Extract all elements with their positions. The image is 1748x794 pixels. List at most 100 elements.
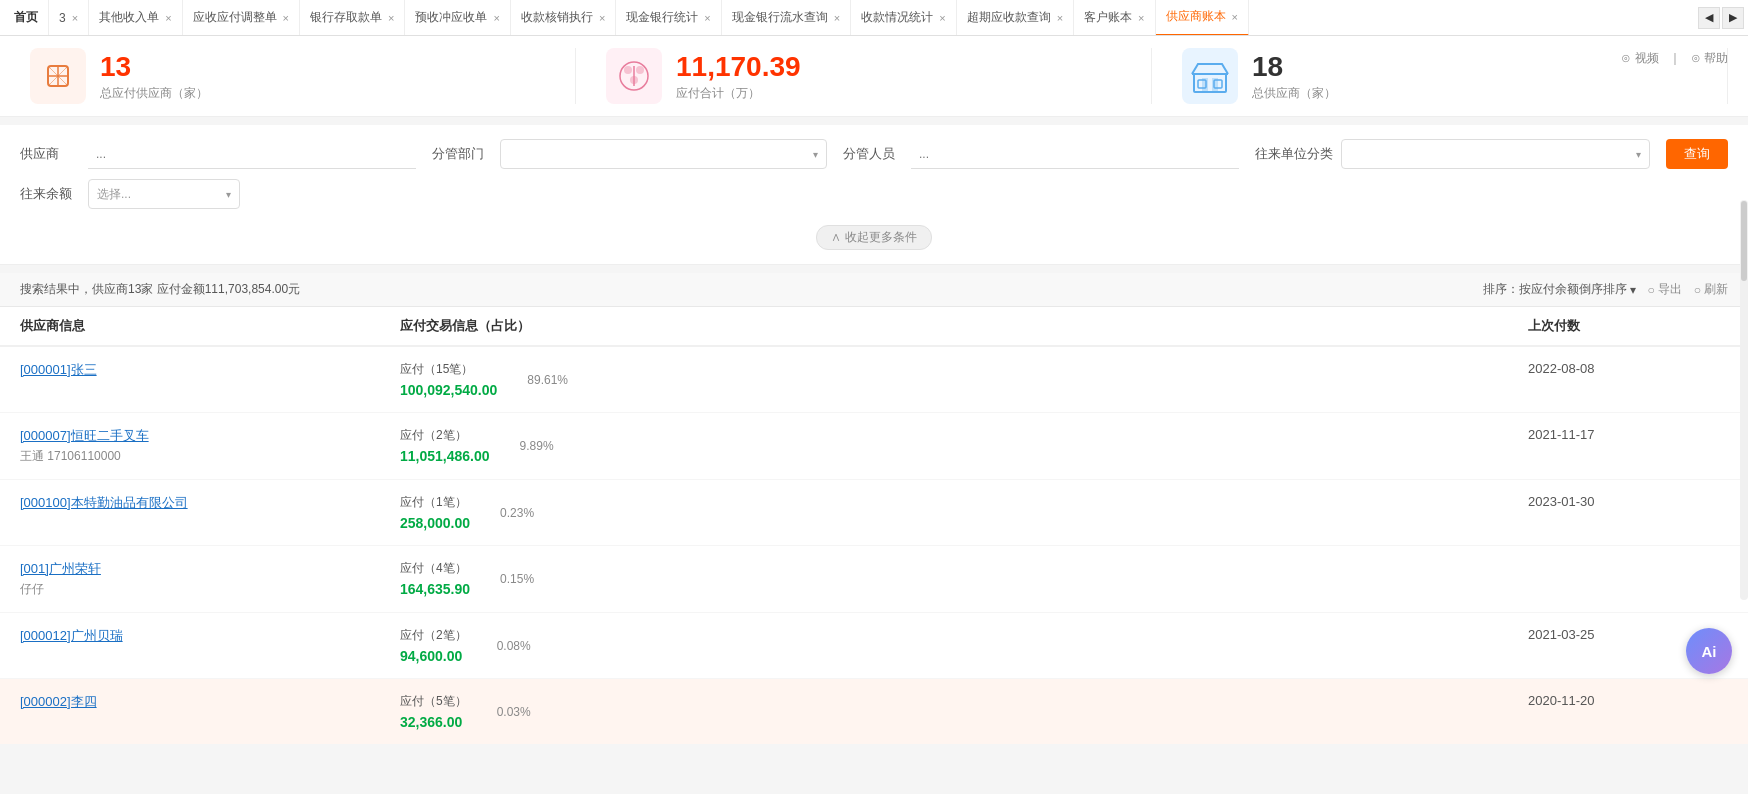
close-icon[interactable]: ×: [704, 12, 710, 24]
collapse-button[interactable]: ∧ 收起更多条件: [816, 225, 931, 250]
supplier-link-5[interactable]: [000002]李四: [20, 693, 400, 711]
supplier-info-0: [000001]张三: [20, 361, 400, 379]
stat-item-payable-total: 11,170.39 应付合计（万）: [576, 48, 1152, 104]
nav-tab-receipt-verify[interactable]: 收款核销执行 ×: [511, 0, 616, 36]
supplier-contact-3: 仔仔: [20, 581, 400, 598]
last-pay-2: 2023-01-30: [1528, 494, 1728, 509]
department-select[interactable]: ▾: [500, 139, 828, 169]
scrollbar[interactable]: [1740, 200, 1748, 600]
data-table: 供应商信息 应付交易信息（占比） 上次付数 [000001]张三 应付（15笔）…: [0, 307, 1748, 745]
close-icon[interactable]: ×: [165, 12, 171, 24]
receipt-verify-label: 收款核销执行: [521, 9, 593, 26]
help-links: ⊙ 视频 ｜ ⊙ 帮助: [1621, 50, 1728, 67]
nav-arrows: ◀ ▶: [1698, 7, 1744, 29]
scrollbar-thumb[interactable]: [1741, 201, 1747, 281]
table-row: [000002]李四 应付（5笔） 32,366.00 0.03% 2020-1…: [0, 679, 1748, 745]
separator: ｜: [1669, 50, 1681, 67]
nav-prev-button[interactable]: ◀: [1698, 7, 1720, 29]
nav-next-button[interactable]: ▶: [1722, 7, 1744, 29]
header-transaction: 应付交易信息（占比）: [400, 317, 1528, 335]
manager-input[interactable]: [911, 139, 1239, 169]
close-icon[interactable]: ×: [1232, 11, 1238, 23]
tx-amount-4: 94,600.00: [400, 648, 462, 664]
header-last-pay: 上次付数: [1528, 317, 1728, 335]
nav-tab-other-income[interactable]: 其他收入单 ×: [89, 0, 182, 36]
balance-select[interactable]: 选择... ▾: [88, 179, 240, 209]
export-button[interactable]: ○ 导出: [1648, 281, 1682, 298]
refresh-button[interactable]: ○ 刷新: [1694, 281, 1728, 298]
manager-filter-label: 分管人员: [843, 145, 903, 163]
supplier-link-3[interactable]: [001]广州荣轩: [20, 560, 400, 578]
overdue-ar-label: 超期应收款查询: [967, 9, 1051, 26]
table-row: [000007]恒旺二手叉车 王通 17106110000 应付（2笔） 11,…: [0, 413, 1748, 480]
last-pay-1: 2021-11-17: [1528, 427, 1728, 442]
close-icon[interactable]: ×: [283, 12, 289, 24]
close-icon[interactable]: ×: [388, 12, 394, 24]
close-icon[interactable]: ×: [1138, 12, 1144, 24]
filter-item-department: 分管部门 ▾: [432, 139, 828, 169]
header-supplier: 供应商信息: [20, 317, 400, 335]
chevron-down-icon: ▾: [813, 149, 818, 160]
cash-bank-stat-label: 现金银行统计: [626, 9, 698, 26]
supplier-link-0[interactable]: [000001]张三: [20, 361, 400, 379]
nav-tab-cash-bank-stat[interactable]: 现金银行统计 ×: [616, 0, 721, 36]
close-icon[interactable]: ×: [599, 12, 605, 24]
stat-text-suppliers-payable: 13 总应付供应商（家）: [100, 50, 208, 103]
nav-tab-bank-deposit[interactable]: 银行存取款单 ×: [300, 0, 405, 36]
video-link[interactable]: ⊙ 视频: [1621, 50, 1658, 67]
transaction-info-3: 应付（4笔） 164,635.90 0.15%: [400, 560, 1528, 597]
nav-tab-receipt-stat[interactable]: 收款情况统计 ×: [851, 0, 956, 36]
sort-select[interactable]: 排序：按应付余额倒序排序 ▾: [1483, 281, 1636, 298]
collapse-bar: ∧ 收起更多条件: [20, 219, 1728, 254]
supplier-contact-1: 王通 17106110000: [20, 448, 400, 465]
filter-area: 供应商 分管部门 ▾ 分管人员 往来单位分类 ▾ 查询: [0, 125, 1748, 265]
close-icon[interactable]: ×: [939, 12, 945, 24]
filter-item-balance: 往来余额 选择... ▾: [20, 179, 240, 209]
category-select[interactable]: ▾: [1341, 139, 1651, 169]
tx-amount-3: 164,635.90: [400, 581, 470, 597]
supplier-info-4: [000012]广州贝瑞: [20, 627, 400, 645]
stat-text-payable-total: 11,170.39 应付合计（万）: [676, 50, 801, 103]
bank-label: 银行存取款单: [310, 9, 382, 26]
tx-label-1: 应付（2笔）: [400, 427, 490, 444]
supplier-info-2: [000100]本特勤油品有限公司: [20, 494, 400, 512]
transaction-info-0: 应付（15笔） 100,092,540.00 89.61%: [400, 361, 1528, 398]
stat-item-suppliers-payable: 13 总应付供应商（家）: [20, 48, 576, 104]
table-row: [000001]张三 应付（15笔） 100,092,540.00 89.61%…: [0, 347, 1748, 413]
nav-tab-3[interactable]: 3 ×: [49, 0, 89, 36]
nav-tab-supplier-ledger[interactable]: 供应商账本 ×: [1156, 0, 1249, 36]
tx-label-0: 应付（15笔）: [400, 361, 497, 378]
refresh-label: 刷新: [1704, 281, 1728, 298]
search-button[interactable]: 查询: [1666, 139, 1728, 169]
supplier-info-5: [000002]李四: [20, 693, 400, 711]
supplier-link-1[interactable]: [000007]恒旺二手叉车: [20, 427, 400, 445]
close-icon[interactable]: ×: [834, 12, 840, 24]
chevron-down-icon: ▾: [226, 189, 231, 200]
nav-tab-customer-ledger[interactable]: 客户账本 ×: [1074, 0, 1155, 36]
nav-tab-home[interactable]: 首页: [4, 0, 49, 36]
transaction-info-4: 应付（2笔） 94,600.00 0.08%: [400, 627, 1528, 664]
close-icon[interactable]: ×: [1057, 12, 1063, 24]
stat-number-suppliers-payable: 13: [100, 50, 208, 84]
customer-ledger-label: 客户账本: [1084, 9, 1132, 26]
close-icon[interactable]: ×: [493, 12, 499, 24]
tx-amount-5: 32,366.00: [400, 714, 462, 730]
ai-assistant-button[interactable]: Ai: [1686, 628, 1732, 674]
filter-row-2: 往来余额 选择... ▾: [20, 179, 1728, 209]
supplier-link-4[interactable]: [000012]广州贝瑞: [20, 627, 400, 645]
supplier-link-2[interactable]: [000100]本特勤油品有限公司: [20, 494, 400, 512]
supplier-input[interactable]: [88, 139, 416, 169]
filter-item-manager: 分管人员: [843, 139, 1239, 169]
svg-rect-10: [1194, 74, 1226, 92]
ar-ap-label: 应收应付调整单: [193, 9, 277, 26]
help-link[interactable]: ⊙ 帮助: [1691, 50, 1728, 67]
tx-percent-4: 0.08%: [497, 639, 531, 653]
tx-label-5: 应付（5笔）: [400, 693, 467, 710]
nav-tab-overdue-ar[interactable]: 超期应收款查询 ×: [957, 0, 1074, 36]
nav-tab-ar-ap-adjust[interactable]: 应收应付调整单 ×: [183, 0, 300, 36]
home-label: 首页: [14, 9, 38, 26]
stat-icon-wheat: [606, 48, 662, 104]
close-icon[interactable]: ×: [72, 12, 78, 24]
nav-tab-cash-flow[interactable]: 现金银行流水查询 ×: [722, 0, 851, 36]
nav-tab-prepay[interactable]: 预收冲应收单 ×: [405, 0, 510, 36]
